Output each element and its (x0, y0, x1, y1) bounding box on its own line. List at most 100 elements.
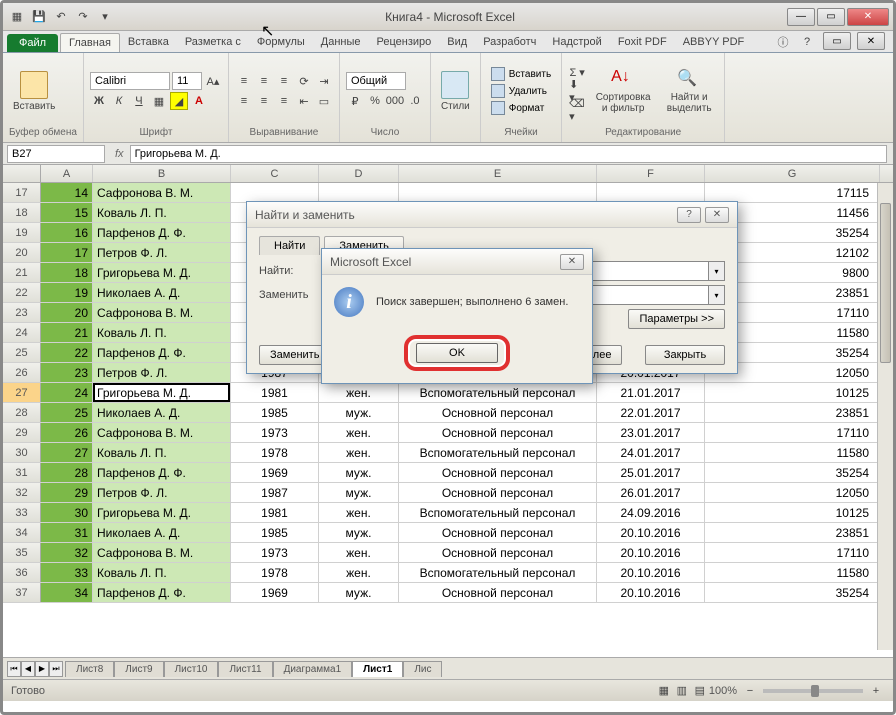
cell[interactable]: Основной персонал (399, 403, 597, 422)
view-layout-icon[interactable]: ▥ (673, 682, 691, 700)
row-header[interactable]: 23 (3, 303, 41, 322)
find-tab[interactable]: Найти (259, 236, 320, 255)
dialog-close-button[interactable]: ✕ (705, 207, 729, 223)
ribbon-tab[interactable]: Рецензиро (369, 33, 440, 52)
cell[interactable] (231, 183, 319, 202)
insert-cells-button[interactable]: Вставить (487, 66, 555, 82)
row-header[interactable]: 30 (3, 443, 41, 462)
maximize-button[interactable]: ▭ (817, 8, 845, 26)
cell[interactable]: 35254 (705, 463, 880, 482)
minimize-button[interactable]: — (787, 8, 815, 26)
cell[interactable]: Основной персонал (399, 583, 597, 602)
cell[interactable]: Основной персонал (399, 423, 597, 442)
cell[interactable]: 22.01.2017 (597, 403, 705, 422)
cell[interactable]: Григорьева М. Д. (93, 383, 231, 402)
cell[interactable]: 27 (41, 443, 93, 462)
cell[interactable]: Вспомогательный персонал (399, 383, 597, 402)
help-icon[interactable]: ? (797, 32, 817, 52)
cell[interactable]: жен. (319, 443, 399, 462)
column-header[interactable]: B (93, 165, 231, 182)
ribbon-tab[interactable]: Формулы (249, 33, 313, 52)
doc-close-button[interactable]: ✕ (857, 32, 885, 50)
cell[interactable]: жен. (319, 503, 399, 522)
cell[interactable]: Парфенов Д. Ф. (93, 343, 231, 362)
cell[interactable]: 17115 (705, 183, 880, 202)
row-header[interactable]: 34 (3, 523, 41, 542)
cell[interactable]: 29 (41, 483, 93, 502)
column-header[interactable]: D (319, 165, 399, 182)
row-header[interactable]: 21 (3, 263, 41, 282)
cell[interactable]: 25.01.2017 (597, 463, 705, 482)
sheet-tab[interactable]: Лист10 (164, 661, 219, 677)
sheet-tab[interactable]: Лис (403, 661, 442, 677)
ribbon-tab[interactable]: Вид (439, 33, 475, 52)
cell[interactable]: 17110 (705, 423, 880, 442)
cell[interactable]: Коваль Л. П. (93, 443, 231, 462)
cell[interactable]: жен. (319, 563, 399, 582)
cell[interactable]: Григорьева М. Д. (93, 503, 231, 522)
column-header[interactable]: G (705, 165, 880, 182)
row-header[interactable]: 26 (3, 363, 41, 382)
cell[interactable]: жен. (319, 423, 399, 442)
cell[interactable]: 22 (41, 343, 93, 362)
align-bot-icon[interactable]: ≡ (275, 72, 293, 90)
cell[interactable] (399, 183, 597, 202)
cell[interactable]: 1978 (231, 563, 319, 582)
cell[interactable]: 1985 (231, 523, 319, 542)
cell[interactable]: Вспомогательный персонал (399, 563, 597, 582)
save-icon[interactable]: 💾 (29, 7, 49, 27)
cell[interactable]: 1973 (231, 423, 319, 442)
qat-more-icon[interactable]: ▾ (95, 7, 115, 27)
cell[interactable]: 1973 (231, 543, 319, 562)
wrap-text-icon[interactable]: ⇥ (315, 72, 333, 90)
ribbon-tab[interactable]: Разметка с (177, 33, 249, 52)
cell[interactable] (597, 183, 705, 202)
cell[interactable]: 32 (41, 543, 93, 562)
cell[interactable]: Основной персонал (399, 523, 597, 542)
scrollbar-thumb[interactable] (880, 203, 891, 363)
close-dialog-button[interactable]: Закрыть (645, 345, 725, 365)
column-header[interactable]: A (41, 165, 93, 182)
cell[interactable]: жен. (319, 383, 399, 402)
name-box[interactable]: B27 (7, 145, 105, 163)
align-right-icon[interactable]: ≡ (275, 92, 293, 110)
comma-icon[interactable]: 000 (386, 92, 404, 110)
cell[interactable]: Николаев А. Д. (93, 523, 231, 542)
cell[interactable]: 25 (41, 403, 93, 422)
cell[interactable]: муж. (319, 523, 399, 542)
cell[interactable]: 1981 (231, 503, 319, 522)
cell[interactable]: 10125 (705, 383, 880, 402)
view-normal-icon[interactable]: ▦ (655, 682, 673, 700)
cell[interactable]: 24.09.2016 (597, 503, 705, 522)
cell[interactable]: 33 (41, 563, 93, 582)
cell[interactable]: 16 (41, 223, 93, 242)
cell[interactable]: Сафронова В. М. (93, 543, 231, 562)
italic-button[interactable]: К (110, 92, 128, 110)
align-mid-icon[interactable]: ≡ (255, 72, 273, 90)
column-header[interactable]: E (399, 165, 597, 182)
ribbon-tab[interactable]: Foxit PDF (610, 33, 675, 52)
delete-cells-button[interactable]: Удалить (487, 83, 555, 99)
zoom-slider[interactable] (763, 689, 863, 693)
cell[interactable]: Парфенов Д. Ф. (93, 463, 231, 482)
cell[interactable]: 26 (41, 423, 93, 442)
cell[interactable]: 1969 (231, 583, 319, 602)
cell[interactable]: 28 (41, 463, 93, 482)
vertical-scrollbar[interactable] (877, 183, 893, 650)
cell[interactable]: 20.10.2016 (597, 543, 705, 562)
cell[interactable]: Сафронова В. М. (93, 423, 231, 442)
cell[interactable]: 1978 (231, 443, 319, 462)
cell[interactable]: Сафронова В. М. (93, 303, 231, 322)
paste-button[interactable]: Вставить (9, 69, 59, 114)
cell[interactable]: 1981 (231, 383, 319, 402)
cell[interactable]: 34 (41, 583, 93, 602)
cell[interactable]: 35254 (705, 583, 880, 602)
column-header[interactable]: C (231, 165, 319, 182)
row-header[interactable]: 25 (3, 343, 41, 362)
sheet-tab[interactable]: Лист11 (218, 661, 272, 677)
zoom-thumb[interactable] (811, 685, 819, 697)
cell[interactable]: Коваль Л. П. (93, 203, 231, 222)
format-cells-button[interactable]: Формат (487, 100, 555, 116)
number-format-combo[interactable]: Общий (346, 72, 406, 90)
cell[interactable]: 19 (41, 283, 93, 302)
